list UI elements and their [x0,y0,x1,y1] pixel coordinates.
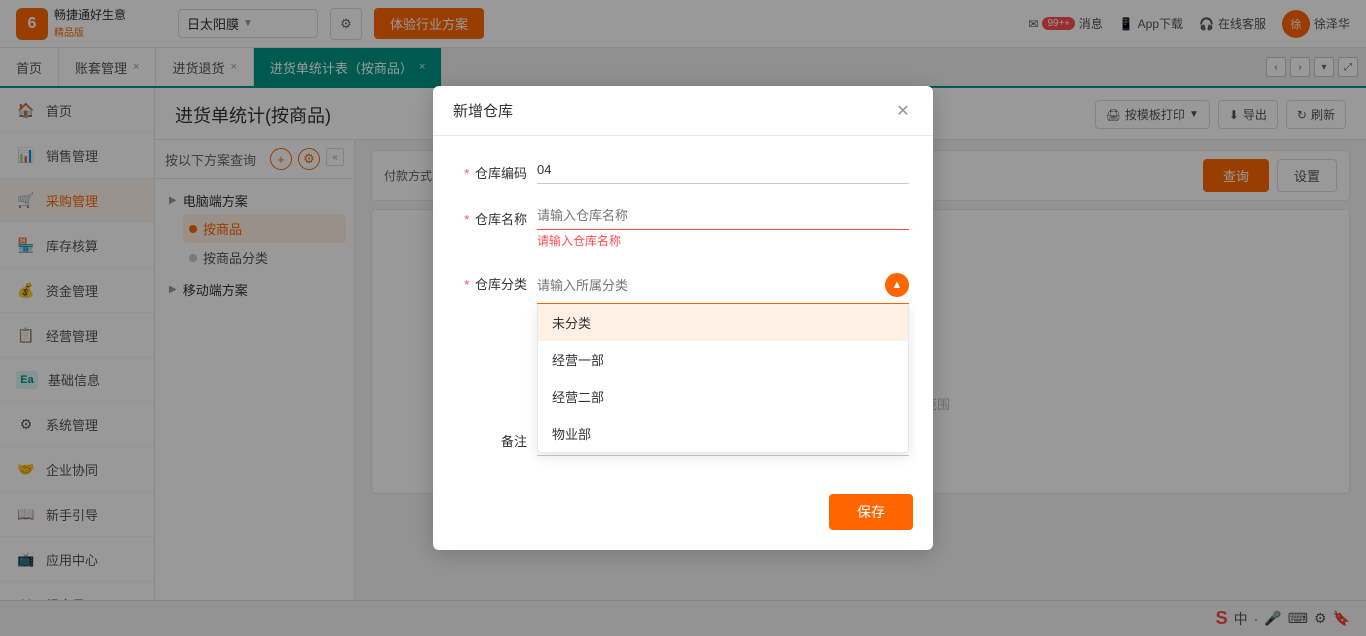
modal-title: 新增仓库 [453,100,513,121]
code-label: * 仓库编码 [457,156,537,182]
modal-overlay[interactable]: 新增仓库 ✕ * 仓库编码 * 仓库名称 请输入仓库名称 [0,0,1366,636]
modal-header: 新增仓库 ✕ [433,86,933,136]
note-label: 备注 [457,424,537,450]
category-dropdown-menu: 未分类 经营一部 经营二部 物业部 [537,304,909,453]
form-row-name: * 仓库名称 请输入仓库名称 [457,202,909,249]
form-row-code: * 仓库编码 [457,156,909,184]
dropdown-item-0[interactable]: 未分类 [538,304,908,341]
modal-new-warehouse: 新增仓库 ✕ * 仓库编码 * 仓库名称 请输入仓库名称 [433,86,933,550]
name-input[interactable] [537,202,909,230]
category-field-wrapper: ▲ 未分类 经营一部 经营二部 物业部 [537,267,909,304]
form-row-category: * 仓库分类 ▲ 未分类 经营一部 经营二部 物业部 [457,267,909,304]
save-button[interactable]: 保存 [829,494,913,530]
name-label: * 仓库名称 [457,202,537,228]
category-arrow-icon[interactable]: ▲ [885,273,909,297]
code-input[interactable] [537,156,909,184]
dropdown-item-3[interactable]: 物业部 [538,415,908,452]
modal-body: * 仓库编码 * 仓库名称 请输入仓库名称 * [433,136,933,484]
dropdown-item-2[interactable]: 经营二部 [538,378,908,415]
dropdown-item-1[interactable]: 经营一部 [538,341,908,378]
name-field-group: 请输入仓库名称 [537,202,909,249]
name-error-text: 请输入仓库名称 [537,232,909,249]
category-dropdown-trigger[interactable]: ▲ [537,267,909,304]
modal-footer: 保存 [433,484,933,550]
category-label: * 仓库分类 [457,267,537,293]
category-input[interactable] [537,278,885,293]
modal-close-button[interactable]: ✕ [893,101,913,121]
